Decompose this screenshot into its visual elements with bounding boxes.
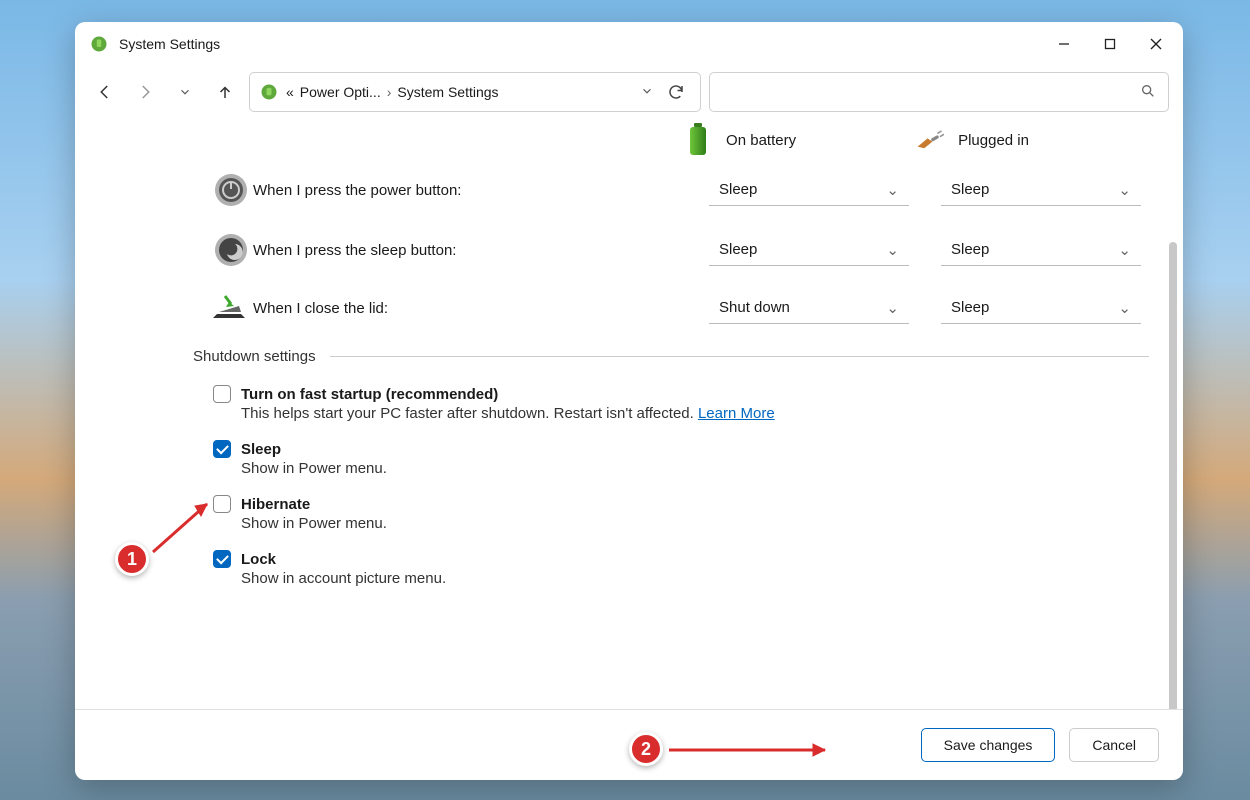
breadcrumb-current[interactable]: System Settings: [397, 84, 498, 100]
shutdown-settings-header: Shutdown settings: [193, 348, 1149, 365]
sleep-button-row: When I press the sleep button: Sleep⌄ Sl…: [109, 232, 1149, 268]
breadcrumb[interactable]: « Power Opti... › System Settings: [249, 72, 701, 112]
chevron-down-icon: ⌄: [1118, 299, 1131, 317]
minimize-button[interactable]: [1041, 24, 1087, 64]
close-button[interactable]: [1133, 24, 1179, 64]
chevron-down-icon: ⌄: [886, 241, 899, 259]
fast-startup-item: Turn on fast startup (recommended) This …: [213, 385, 1149, 422]
callout-2-arrow: [665, 738, 845, 762]
chevron-down-icon: ⌄: [1118, 241, 1131, 259]
hibernate-item: Hibernate Show in Power menu.: [213, 495, 1149, 532]
chevron-down-icon: ⌄: [886, 299, 899, 317]
power-button-row: When I press the power button: Sleep⌄ Sl…: [109, 172, 1149, 208]
close-lid-label: When I close the lid:: [253, 300, 503, 317]
breadcrumb-parent[interactable]: Power Opti...: [300, 84, 381, 100]
close-lid-battery-select[interactable]: Shut down⌄: [709, 292, 909, 324]
sleep-desc: Show in Power menu.: [241, 460, 1149, 477]
refresh-button[interactable]: [660, 83, 692, 101]
callout-1: 1: [115, 542, 149, 576]
toolbar: « Power Opti... › System Settings: [75, 66, 1183, 122]
forward-button[interactable]: [129, 76, 161, 108]
save-changes-button[interactable]: Save changes: [921, 728, 1056, 762]
chevron-down-icon: ⌄: [1118, 181, 1131, 199]
fast-startup-title: Turn on fast startup (recommended): [241, 386, 498, 403]
breadcrumb-sep-icon: ›: [387, 84, 392, 100]
hibernate-desc: Show in Power menu.: [241, 515, 1149, 532]
cancel-button[interactable]: Cancel: [1069, 728, 1159, 762]
close-lid-row: When I close the lid: Shut down⌄ Sleep⌄: [109, 292, 1149, 324]
content-area: On battery Plugged in When I press the p…: [75, 122, 1183, 709]
titlebar: System Settings: [75, 22, 1183, 66]
plug-icon: [916, 122, 944, 158]
sleep-button-plugged-select[interactable]: Sleep⌄: [941, 234, 1141, 266]
lock-item: Lock Show in account picture menu.: [213, 550, 1149, 587]
breadcrumb-icon: [258, 81, 280, 103]
breadcrumb-chevron: «: [286, 84, 294, 100]
sleep-checkbox[interactable]: [213, 440, 231, 458]
window-title: System Settings: [119, 36, 220, 52]
on-battery-header: On battery: [684, 122, 796, 158]
sleep-title: Sleep: [241, 441, 281, 458]
vertical-scrollbar[interactable]: [1169, 242, 1177, 709]
fast-startup-desc: This helps start your PC faster after sh…: [241, 405, 1149, 422]
window-controls: [1041, 24, 1179, 64]
lock-title: Lock: [241, 551, 276, 568]
power-button-plugged-select[interactable]: Sleep⌄: [941, 174, 1141, 206]
power-button-icon: [209, 172, 253, 208]
battery-icon: [684, 122, 712, 158]
search-icon: [1140, 83, 1156, 102]
breadcrumb-dropdown-icon[interactable]: [640, 84, 654, 101]
fast-startup-checkbox[interactable]: [213, 385, 231, 403]
back-button[interactable]: [89, 76, 121, 108]
sleep-button-label: When I press the sleep button:: [253, 242, 503, 259]
laptop-lid-icon: [209, 292, 253, 324]
plugged-in-header: Plugged in: [916, 122, 1029, 158]
column-headers: On battery Plugged in: [109, 122, 1149, 158]
sleep-button-icon: [209, 232, 253, 268]
recent-dropdown[interactable]: [169, 76, 201, 108]
chevron-down-icon: ⌄: [886, 181, 899, 199]
power-button-battery-select[interactable]: Sleep⌄: [709, 174, 909, 206]
sleep-item: Sleep Show in Power menu.: [213, 440, 1149, 477]
lock-desc: Show in account picture menu.: [241, 570, 1149, 587]
power-button-label: When I press the power button:: [253, 182, 503, 199]
up-button[interactable]: [209, 76, 241, 108]
callout-1-arrow: [145, 492, 225, 562]
sleep-button-battery-select[interactable]: Sleep⌄: [709, 234, 909, 266]
close-lid-plugged-select[interactable]: Sleep⌄: [941, 292, 1141, 324]
learn-more-link[interactable]: Learn More: [698, 405, 775, 422]
maximize-button[interactable]: [1087, 24, 1133, 64]
app-icon: [89, 34, 109, 54]
hibernate-title: Hibernate: [241, 496, 310, 513]
system-settings-window: System Settings « Power Opti... › System…: [75, 22, 1183, 780]
search-input[interactable]: [709, 72, 1169, 112]
callout-2: 2: [629, 732, 663, 766]
